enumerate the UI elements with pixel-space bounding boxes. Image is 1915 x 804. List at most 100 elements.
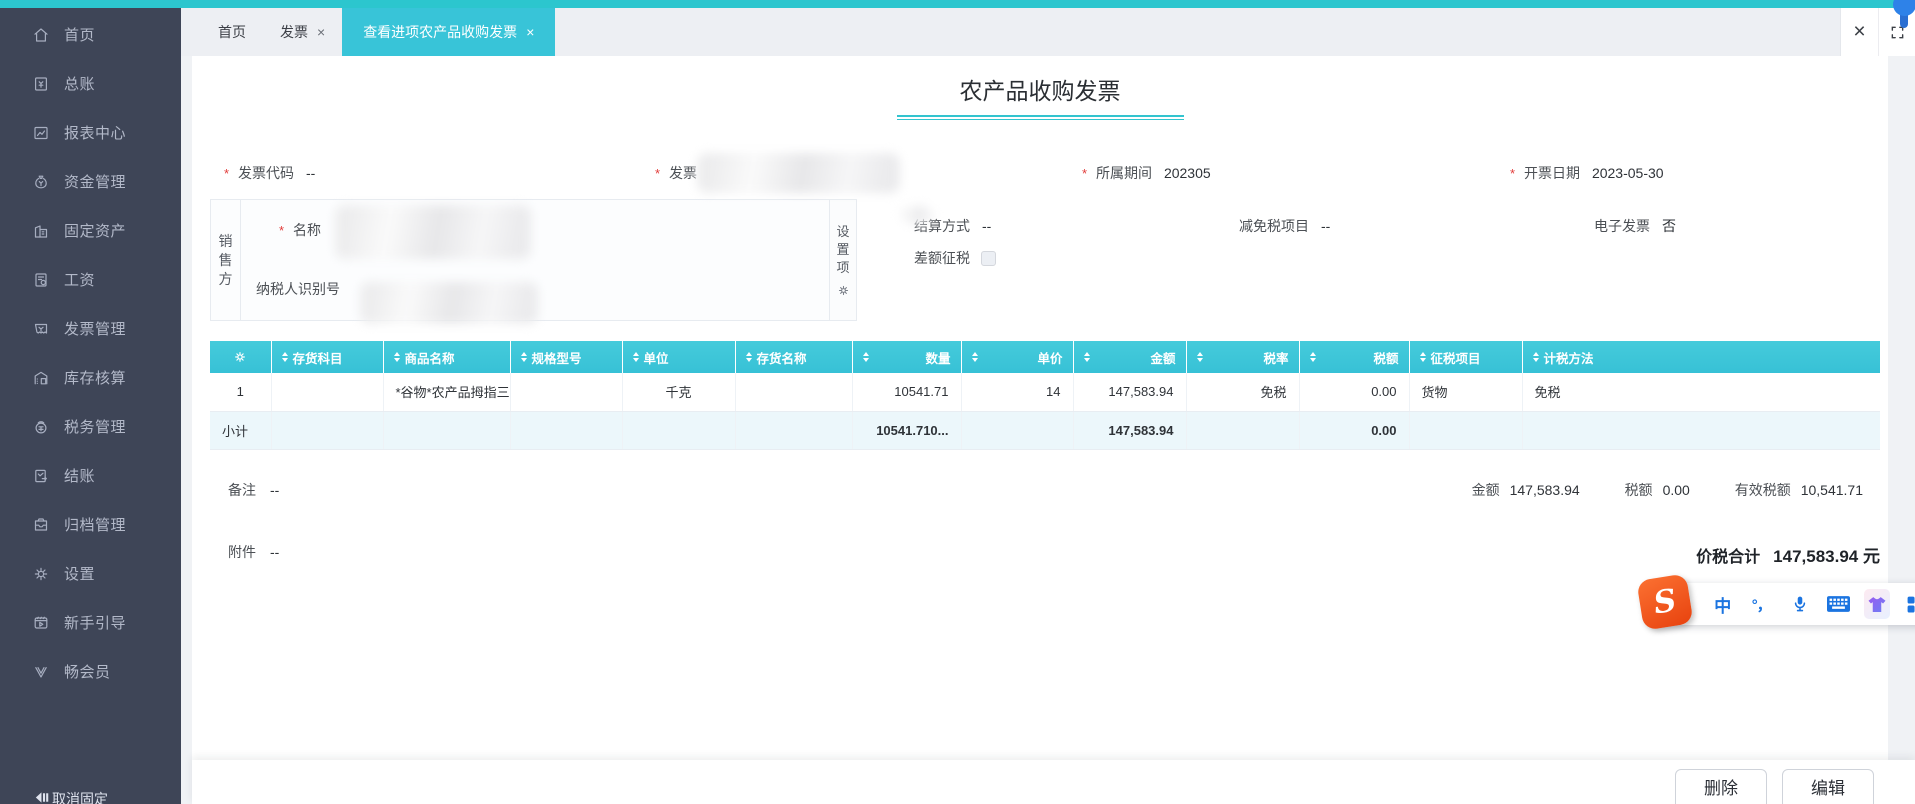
- sidebar-item-invoices[interactable]: 发票管理: [0, 304, 181, 353]
- toolbox-icon[interactable]: [1903, 589, 1915, 619]
- column-label: 商品名称: [404, 351, 455, 366]
- sidebar-item-ledger[interactable]: 总账: [0, 59, 181, 108]
- column-settings-icon[interactable]: [210, 341, 272, 373]
- table-cell: [735, 373, 853, 412]
- column-header-6[interactable]: 数量: [852, 341, 962, 373]
- valid-tax-summary-label: 有效税额: [1734, 482, 1791, 498]
- sidebar-item-label: 资金管理: [64, 174, 127, 191]
- table-header-row: 存货科目 商品名称 规格型号 单位 存货名称 数量 单价 金额 税率 税额 征税项目 计税方法: [210, 341, 1880, 373]
- microphone-icon[interactable]: [1787, 589, 1813, 619]
- sidebar-item-inventory[interactable]: 库存核算: [0, 353, 181, 402]
- close-tab-icon[interactable]: ×: [317, 25, 325, 39]
- fullscreen-button[interactable]: [1878, 8, 1915, 56]
- sidebar-item-label: 结账: [64, 468, 96, 485]
- sidebar-item-settings[interactable]: 设置: [0, 549, 181, 598]
- sidebar-item-label: 设置: [64, 566, 96, 583]
- sidebar-item-funds[interactable]: 资金管理: [0, 157, 181, 206]
- totals-row: 金额 147,583.94 税额 0.00 有效税额 10,541.71: [1472, 480, 1863, 500]
- page-title: 农产品收购发票: [896, 72, 1184, 120]
- tab-invoice[interactable]: 发票 ×: [263, 8, 342, 56]
- amount-summary-value: 147,583.94: [1509, 482, 1580, 498]
- settings-icon: [31, 564, 50, 583]
- funds-icon: [31, 172, 50, 191]
- column-header-4[interactable]: 单位: [622, 341, 736, 373]
- sort-arrows-icon[interactable]: [1419, 352, 1426, 362]
- column-label: 单位: [643, 351, 669, 366]
- sort-arrows-icon[interactable]: [862, 352, 869, 362]
- table-cell: 0.00: [1299, 373, 1410, 412]
- member-icon: [31, 662, 50, 681]
- column-header-11[interactable]: 征税项目: [1409, 341, 1523, 373]
- sort-arrows-icon[interactable]: [1532, 352, 1539, 362]
- sort-arrows-icon[interactable]: [520, 352, 527, 362]
- tab-view-purchase-invoice[interactable]: 查看进项农产品收购发票 ×: [342, 8, 556, 56]
- sidebar-item-member[interactable]: 畅会员: [0, 647, 181, 696]
- ime-language-mode-icon[interactable]: 中: [1710, 589, 1736, 619]
- sort-arrows-icon[interactable]: [393, 352, 400, 362]
- settings-strip-gear-icon[interactable]: [837, 284, 850, 297]
- edit-button[interactable]: 编辑: [1782, 769, 1874, 804]
- tab-bar: 首页 发票 × 查看进项农产品收购发票 × ×: [181, 8, 1915, 56]
- column-header-8[interactable]: 金额: [1073, 341, 1187, 373]
- column-header-10[interactable]: 税额: [1299, 341, 1410, 373]
- subtotal-cell: 10541.710...: [852, 411, 962, 450]
- table-cell: 14: [961, 373, 1074, 412]
- sidebar-item-tax[interactable]: 税务管理: [0, 402, 181, 451]
- column-header-7[interactable]: 单价: [961, 341, 1074, 373]
- amount-summary-label: 金额: [1471, 482, 1500, 498]
- sogou-logo[interactable]: S: [1636, 573, 1694, 631]
- redacted-seller-taxid: [360, 282, 538, 324]
- invoice-number-label: 发票: [668, 165, 697, 181]
- tab-label: 首页: [218, 24, 246, 40]
- sidebar-item-label: 畅会员: [64, 664, 111, 681]
- keyboard-icon[interactable]: [1826, 589, 1852, 619]
- sort-arrows-icon[interactable]: [1196, 352, 1203, 362]
- valid-tax-summary-value: 10,541.71: [1800, 482, 1863, 498]
- column-header-9[interactable]: 税率: [1186, 341, 1300, 373]
- seller-taxid-label: 纳税人识别号: [256, 281, 340, 297]
- subtotal-cell: 147,583.94: [1073, 411, 1187, 450]
- column-header-5[interactable]: 存货名称: [735, 341, 853, 373]
- column-header-12[interactable]: 计税方法: [1522, 341, 1880, 373]
- sidebar-item-archive[interactable]: 归档管理: [0, 500, 181, 549]
- subtotal-cell: [622, 411, 736, 450]
- sidebar-item-home[interactable]: 首页: [0, 10, 181, 59]
- close-tab-icon[interactable]: ×: [526, 25, 534, 39]
- column-header-1[interactable]: 存货科目: [271, 341, 384, 373]
- sidebar-item-guide[interactable]: 新手引导: [0, 598, 181, 647]
- electronic-invoice-label: 电子发票: [1594, 218, 1650, 234]
- reports-icon: [31, 123, 50, 142]
- inventory-icon: [31, 368, 50, 387]
- tax-icon: [31, 417, 50, 436]
- grand-total-label: 价税合计: [1696, 549, 1761, 566]
- sort-arrows-icon[interactable]: [281, 352, 288, 362]
- sort-arrows-icon[interactable]: [745, 352, 752, 362]
- close-page-button[interactable]: ×: [1841, 8, 1878, 56]
- sort-arrows-icon[interactable]: [632, 352, 639, 362]
- ledger-icon: [31, 74, 50, 93]
- seller-side-label: 销售方: [211, 200, 241, 320]
- table-cell: *谷物*农产品拇指三: [383, 373, 511, 412]
- diff-tax-checkbox[interactable]: [981, 251, 996, 266]
- tab-bar-spacer: [555, 8, 1840, 56]
- skin-icon[interactable]: [1864, 589, 1890, 619]
- sidebar-item-assets[interactable]: 固定资产: [0, 206, 181, 255]
- delete-button[interactable]: 删除: [1675, 769, 1767, 804]
- column-header-2[interactable]: 商品名称: [383, 341, 511, 373]
- tab-home[interactable]: 首页: [201, 8, 263, 56]
- ime-punctuation-icon[interactable]: °，: [1749, 589, 1775, 619]
- settlement-value: --: [982, 218, 992, 234]
- unpin-sidebar-control[interactable]: 取消固定: [33, 789, 108, 804]
- sidebar-item-reports[interactable]: 报表中心: [0, 108, 181, 157]
- subtotal-cell: [1522, 411, 1880, 450]
- sidebar-item-salary[interactable]: 工资: [0, 255, 181, 304]
- remark-row: 备注 --: [228, 480, 279, 500]
- sort-arrows-icon[interactable]: [1309, 352, 1316, 362]
- column-settings-strip[interactable]: 设置项: [830, 199, 857, 321]
- column-header-3[interactable]: 规格型号: [510, 341, 623, 373]
- sort-arrows-icon[interactable]: [1083, 352, 1090, 362]
- sort-arrows-icon[interactable]: [971, 352, 978, 362]
- tab-label: 发票: [280, 24, 308, 40]
- sidebar-item-closing[interactable]: 结账: [0, 451, 181, 500]
- tax-relief-label: 减免税项目: [1239, 218, 1309, 234]
